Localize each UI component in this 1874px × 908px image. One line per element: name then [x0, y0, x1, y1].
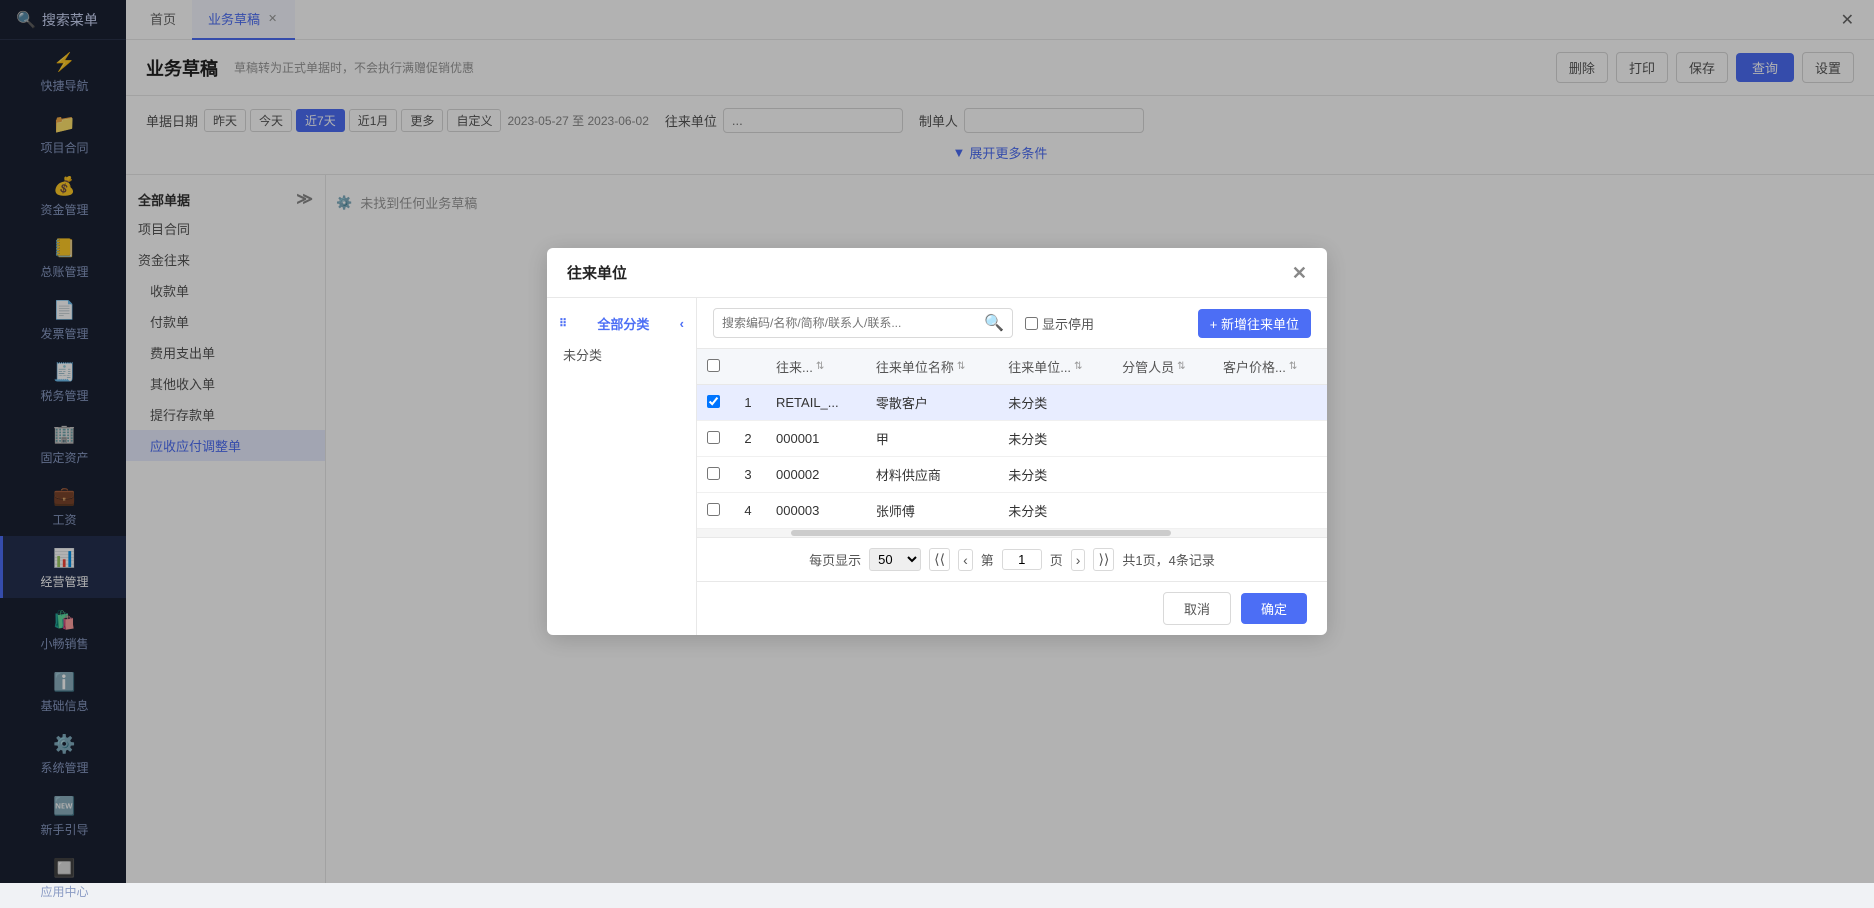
row-name: 材料供应商 — [866, 457, 998, 493]
th-manager: 分管人员⇅ — [1112, 349, 1213, 385]
th-code: 往来...⇅ — [766, 349, 866, 385]
th-num — [730, 349, 766, 385]
row-checkbox[interactable] — [707, 503, 720, 516]
row-checkbox[interactable] — [707, 395, 720, 408]
table-row[interactable]: 2 000001 甲 未分类 — [697, 421, 1327, 457]
dialog-sidebar-all[interactable]: ⠿ 全部分类 ‹ — [547, 308, 696, 339]
sort-icon-code: ⇅ — [816, 361, 824, 372]
dialog-sidebar-all-label: 全部分类 — [597, 314, 649, 333]
row-manager — [1112, 385, 1213, 421]
row-num: 4 — [730, 493, 766, 529]
th-price: 客户价格...⇅ — [1213, 349, 1327, 385]
scrollbar-thumb — [791, 530, 1171, 536]
dialog-sidebar-collapse-icon[interactable]: ‹ — [680, 316, 684, 331]
show-disabled-label: 显示停用 — [1042, 314, 1094, 333]
row-manager — [1112, 493, 1213, 529]
table-row[interactable]: 1 RETAIL_... 零散客户 未分类 — [697, 385, 1327, 421]
row-manager — [1112, 457, 1213, 493]
table-header-row: 往来...⇅ 往来单位名称⇅ 往来单位...⇅ 分管人员⇅ — [697, 349, 1327, 385]
row-checkbox-cell[interactable] — [697, 385, 730, 421]
page-label: 第 — [981, 550, 994, 569]
dialog-sidebar-unclassified-label: 未分类 — [563, 348, 602, 363]
dialog-pagination: 每页显示 10 20 50 100 ⟨⟨ ‹ 第 页 › ⟩⟩ — [697, 538, 1327, 581]
th-checkbox — [697, 349, 730, 385]
row-category: 未分类 — [998, 421, 1112, 457]
select-all-checkbox[interactable] — [707, 359, 720, 372]
row-category: 未分类 — [998, 385, 1112, 421]
row-checkbox-cell[interactable] — [697, 421, 730, 457]
row-checkbox[interactable] — [707, 431, 720, 444]
dialog-search-box: 🔍 — [713, 308, 1013, 338]
row-code: 000002 — [766, 457, 866, 493]
page-last-btn[interactable]: ⟩⟩ — [1093, 548, 1114, 571]
row-manager — [1112, 421, 1213, 457]
table-row[interactable]: 3 000002 材料供应商 未分类 — [697, 457, 1327, 493]
row-code: RETAIL_... — [766, 385, 866, 421]
dialog-toolbar: 🔍 显示停用 + 新增往来单位 — [697, 298, 1327, 349]
sort-icon-manager: ⇅ — [1177, 361, 1185, 372]
dialog-search-input[interactable] — [722, 316, 978, 330]
cancel-button[interactable]: 取消 — [1163, 592, 1231, 625]
row-name: 张师傅 — [866, 493, 998, 529]
scrollbar-area — [697, 529, 1327, 537]
per-page-label: 每页显示 — [809, 550, 861, 569]
dialog-overlay: 往来单位 ✕ ⠿ 全部分类 ‹ 未分类 — [0, 0, 1874, 883]
show-disabled-checkbox-wrapper: 显示停用 — [1025, 314, 1094, 333]
partner-dialog: 往来单位 ✕ ⠿ 全部分类 ‹ 未分类 — [547, 248, 1327, 635]
dialog-table-wrapper: 往来...⇅ 往来单位名称⇅ 往来单位...⇅ 分管人员⇅ — [697, 349, 1327, 529]
confirm-button[interactable]: 确定 — [1241, 593, 1307, 624]
row-num: 2 — [730, 421, 766, 457]
dialog-footer: 每页显示 10 20 50 100 ⟨⟨ ‹ 第 页 › ⟩⟩ — [697, 537, 1327, 581]
dialog-main: 🔍 显示停用 + 新增往来单位 — [697, 298, 1327, 635]
dialog-header: 往来单位 ✕ — [547, 248, 1327, 298]
row-checkbox[interactable] — [707, 467, 720, 480]
page-prev-btn[interactable]: ‹ — [958, 549, 973, 571]
add-partner-button[interactable]: + 新增往来单位 — [1198, 309, 1311, 338]
dialog-sidebar: ⠿ 全部分类 ‹ 未分类 — [547, 298, 697, 635]
row-price — [1213, 493, 1327, 529]
sort-icon-price: ⇅ — [1289, 361, 1297, 372]
row-num: 1 — [730, 385, 766, 421]
dialog-sidebar-unclassified[interactable]: 未分类 — [547, 339, 696, 370]
total-info: 共1页，4条记录 — [1122, 550, 1214, 569]
dialog-close-btn[interactable]: ✕ — [1292, 264, 1307, 282]
dialog-actions: 取消 确定 — [697, 581, 1327, 635]
row-price — [1213, 421, 1327, 457]
sort-icon-name: ⇅ — [957, 361, 965, 372]
page-next-btn[interactable]: › — [1071, 549, 1086, 571]
row-checkbox-cell[interactable] — [697, 493, 730, 529]
table-row[interactable]: 4 000003 张师傅 未分类 — [697, 493, 1327, 529]
row-price — [1213, 385, 1327, 421]
page-input[interactable] — [1002, 549, 1042, 570]
per-page-select[interactable]: 10 20 50 100 — [869, 548, 921, 571]
dialog-table: 往来...⇅ 往来单位名称⇅ 往来单位...⇅ 分管人员⇅ — [697, 349, 1327, 529]
dialog-body: ⠿ 全部分类 ‹ 未分类 🔍 显示停用 — [547, 298, 1327, 635]
show-disabled-checkbox[interactable] — [1025, 317, 1038, 330]
row-price — [1213, 457, 1327, 493]
row-name: 零散客户 — [866, 385, 998, 421]
row-name: 甲 — [866, 421, 998, 457]
sort-icon-category: ⇅ — [1074, 361, 1082, 372]
dialog-title: 往来单位 — [567, 262, 627, 283]
row-code: 000001 — [766, 421, 866, 457]
row-category: 未分类 — [998, 493, 1112, 529]
page-first-btn[interactable]: ⟨⟨ — [929, 548, 950, 571]
search-icon: 🔍 — [984, 313, 1004, 333]
row-code: 000003 — [766, 493, 866, 529]
th-name: 往来单位名称⇅ — [866, 349, 998, 385]
dialog-table-body: 1 RETAIL_... 零散客户 未分类 2 000001 甲 未分类 3 0… — [697, 385, 1327, 529]
row-checkbox-cell[interactable] — [697, 457, 730, 493]
page-unit: 页 — [1050, 550, 1063, 569]
row-category: 未分类 — [998, 457, 1112, 493]
row-num: 3 — [730, 457, 766, 493]
sidebar-item-label: 应用中心 — [40, 883, 88, 900]
th-category: 往来单位...⇅ — [998, 349, 1112, 385]
